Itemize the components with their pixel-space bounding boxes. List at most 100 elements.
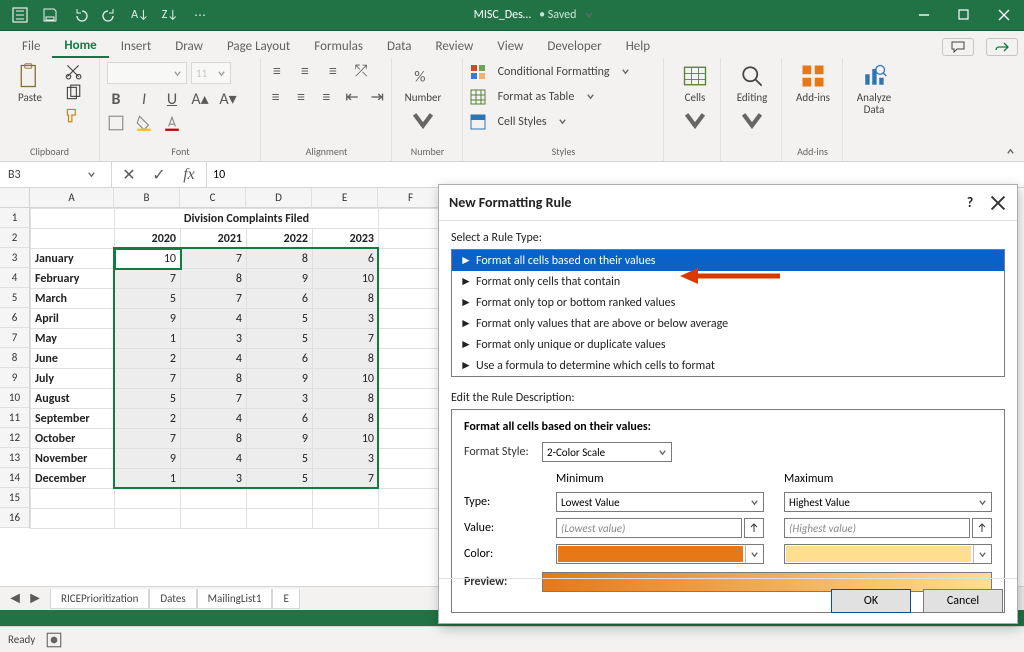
type-min-combo[interactable]: Lowest Value <box>556 492 764 512</box>
type-max-combo[interactable]: Highest Value <box>784 492 992 512</box>
rule-type-list[interactable]: ►Format all cells based on their values … <box>451 249 1005 377</box>
col-header-A[interactable]: A <box>30 188 114 208</box>
cell[interactable] <box>31 489 115 509</box>
cell[interactable]: 10 <box>313 429 379 449</box>
cell[interactable]: 7 <box>181 389 247 409</box>
cell[interactable]: 10 <box>313 369 379 389</box>
tab-formulas[interactable]: Formulas <box>302 35 375 58</box>
cell[interactable]: 2021 <box>181 229 247 249</box>
cell[interactable]: 1 <box>115 329 181 349</box>
cancel-button[interactable]: Cancel <box>923 589 1003 613</box>
col-header-C[interactable]: C <box>180 188 246 208</box>
cell[interactable] <box>379 429 445 449</box>
font-family-combo[interactable] <box>107 62 187 84</box>
cell[interactable]: 4 <box>181 409 247 429</box>
cell[interactable]: 6 <box>247 349 313 369</box>
cell[interactable] <box>115 509 181 529</box>
indent-dec-icon[interactable]: ⇤ <box>344 88 359 106</box>
enter-formula-icon[interactable]: ✓ <box>150 166 168 184</box>
cell[interactable]: 3 <box>313 449 379 469</box>
cell[interactable] <box>247 489 313 509</box>
undo-icon[interactable] <box>72 7 88 23</box>
row-header-9[interactable]: 9 <box>0 368 30 388</box>
cell[interactable] <box>379 389 445 409</box>
bold-button[interactable]: B <box>107 90 125 108</box>
cell[interactable]: 8 <box>313 289 379 309</box>
sort-desc-icon[interactable]: Z↓ <box>162 7 178 23</box>
comments-button[interactable] <box>942 38 974 56</box>
cell[interactable]: 8 <box>313 389 379 409</box>
paste-button[interactable]: Paste <box>6 62 54 104</box>
tab-draw[interactable]: Draw <box>163 35 215 58</box>
row-header-11[interactable]: 11 <box>0 408 30 428</box>
value-max-ref-icon[interactable] <box>972 518 992 538</box>
color-max-picker[interactable] <box>784 544 992 564</box>
format-painter-icon[interactable] <box>64 106 82 124</box>
font-shrink-icon[interactable]: A▾ <box>219 90 237 108</box>
row-header-10[interactable]: 10 <box>0 388 30 408</box>
font-size-combo[interactable]: 11 <box>191 62 231 84</box>
chevron-down-icon[interactable] <box>584 10 594 20</box>
cell[interactable]: February <box>31 269 115 289</box>
cell[interactable]: 5 <box>247 309 313 329</box>
select-all-corner[interactable] <box>0 188 30 208</box>
cell[interactable]: November <box>31 449 115 469</box>
align-bot-icon[interactable]: ≡ <box>324 62 342 80</box>
cell[interactable]: 2023 <box>313 229 379 249</box>
cell[interactable] <box>313 509 379 529</box>
cell[interactable]: 10 <box>313 269 379 289</box>
cell[interactable]: 2020 <box>115 229 181 249</box>
value-min-ref-icon[interactable] <box>744 518 764 538</box>
share-button[interactable] <box>986 38 1018 56</box>
rule-type-item-2[interactable]: ►Format only top or bottom ranked values <box>452 292 1004 313</box>
cell[interactable]: 7 <box>115 269 181 289</box>
tab-insert[interactable]: Insert <box>109 35 164 58</box>
cell[interactable]: 9 <box>247 429 313 449</box>
cell[interactable]: 9 <box>115 449 181 469</box>
cell[interactable]: 1 <box>115 469 181 489</box>
cell[interactable] <box>379 209 445 229</box>
tab-data[interactable]: Data <box>375 35 424 58</box>
addins-button[interactable]: Add-ins <box>789 62 837 104</box>
cell[interactable] <box>379 369 445 389</box>
cell[interactable]: 5 <box>115 389 181 409</box>
cell[interactable]: 7 <box>181 249 247 269</box>
cell[interactable] <box>379 329 445 349</box>
cell[interactable] <box>379 469 445 489</box>
sheet-tab-0[interactable]: RICEPrioritization <box>50 589 149 609</box>
row-header-14[interactable]: 14 <box>0 468 30 488</box>
row-header-7[interactable]: 7 <box>0 328 30 348</box>
cell[interactable]: 6 <box>313 249 379 269</box>
col-header-F[interactable]: F <box>378 188 444 208</box>
col-header-D[interactable]: D <box>246 188 312 208</box>
cell[interactable] <box>313 489 379 509</box>
sheet-nav-next-icon[interactable]: ► <box>26 590 44 608</box>
row-header-6[interactable]: 6 <box>0 308 30 328</box>
cell[interactable]: July <box>31 369 115 389</box>
cell[interactable]: 2022 <box>247 229 313 249</box>
tab-review[interactable]: Review <box>424 35 486 58</box>
cell[interactable] <box>181 489 247 509</box>
tab-home[interactable]: Home <box>52 34 108 58</box>
cell[interactable]: 9 <box>115 309 181 329</box>
cell[interactable] <box>379 449 445 469</box>
cell[interactable] <box>379 349 445 369</box>
cell[interactable] <box>379 229 445 249</box>
cell[interactable] <box>379 269 445 289</box>
rule-type-item-1[interactable]: ►Format only cells that contain <box>452 271 1004 292</box>
tab-developer[interactable]: Developer <box>535 35 613 58</box>
align-center-icon[interactable]: ≡ <box>293 88 308 106</box>
fill-color-icon[interactable] <box>135 114 153 132</box>
format-as-table-button[interactable]: Format as Table <box>470 87 657 106</box>
cell[interactable]: 4 <box>181 449 247 469</box>
font-grow-icon[interactable]: A▴ <box>191 90 209 108</box>
minimize-button[interactable] <box>904 0 944 30</box>
row-header-5[interactable]: 5 <box>0 288 30 308</box>
cell[interactable]: January <box>31 249 115 269</box>
cell[interactable]: 9 <box>247 369 313 389</box>
cell[interactable]: 5 <box>247 449 313 469</box>
cell[interactable]: Division Complaints Filed <box>115 209 379 229</box>
row-header-2[interactable]: 2 <box>0 228 30 248</box>
value-max-input[interactable]: (Highest value) <box>784 518 970 538</box>
sort-asc-icon[interactable]: A↓ <box>132 7 148 23</box>
